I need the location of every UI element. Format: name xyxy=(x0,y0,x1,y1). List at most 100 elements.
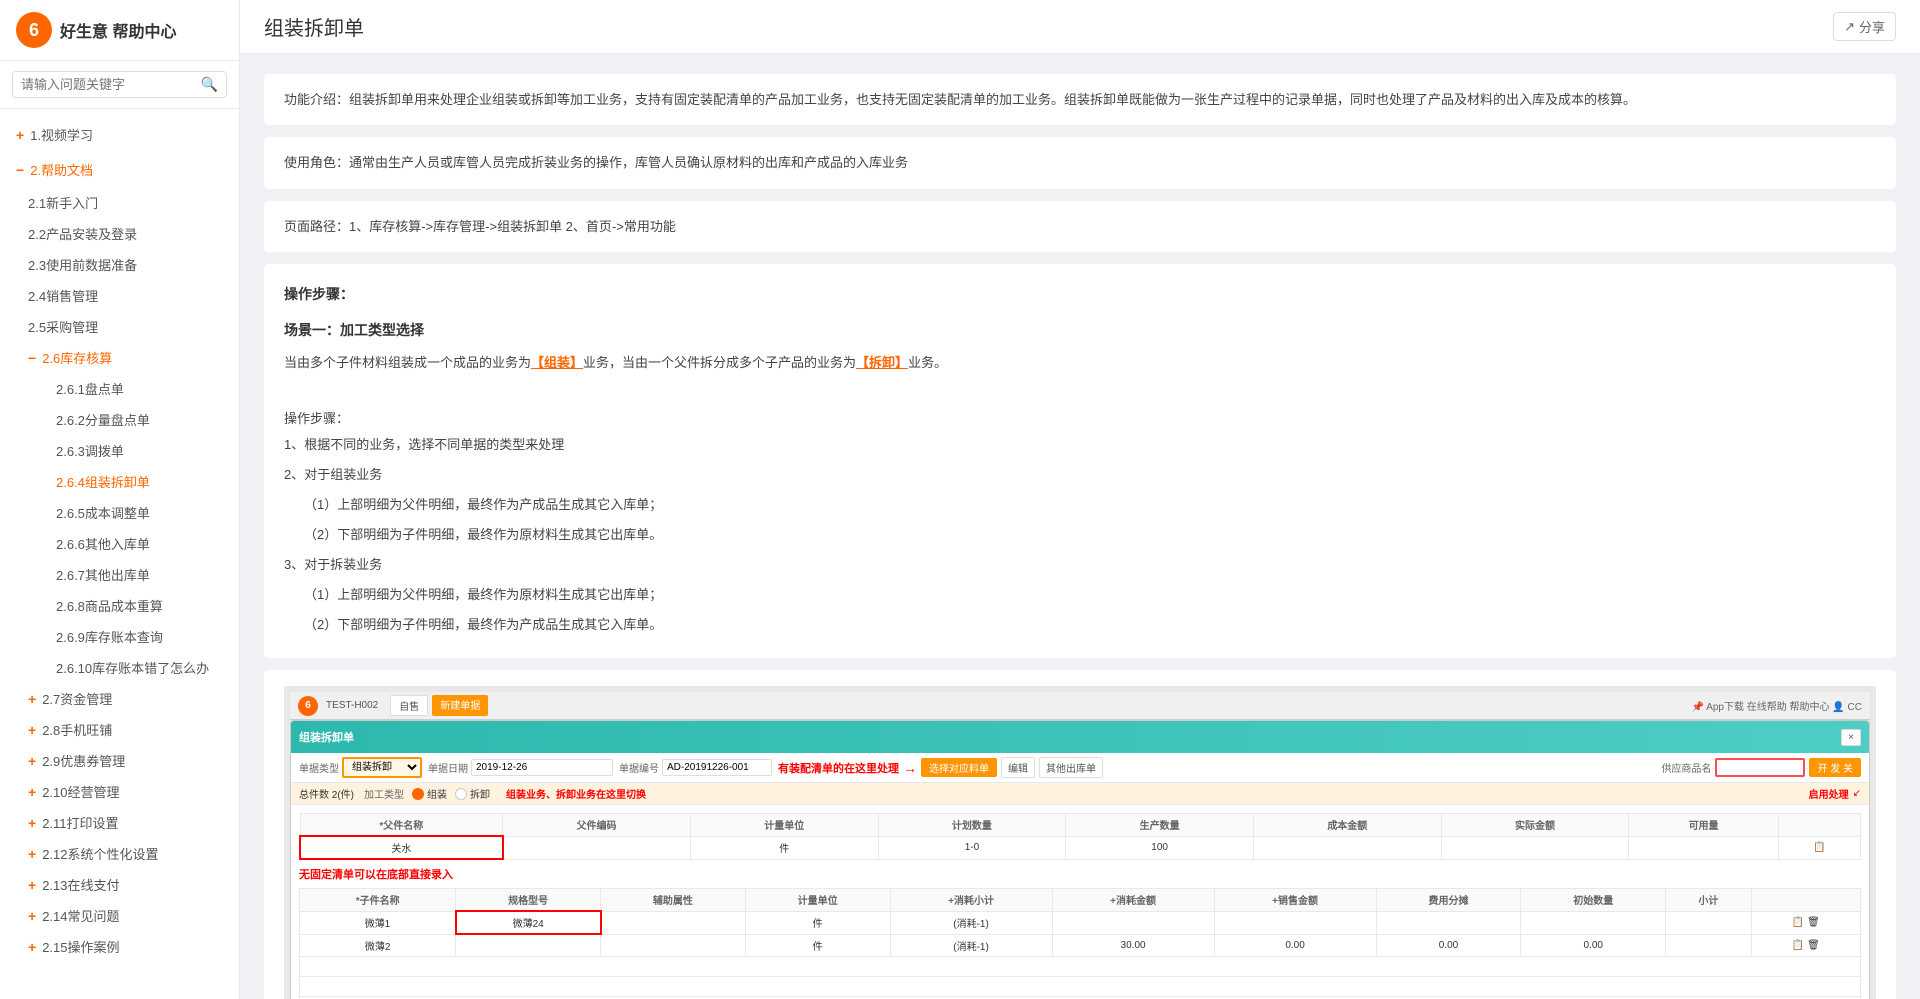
sidebar-item-264[interactable]: 2.6.4组装拆卸单 xyxy=(56,466,239,497)
annot-area-1: 有装配清单的在这里处理 → 选择对应料单 编辑 其他出库单 xyxy=(778,757,1103,778)
sidebar-item-214[interactable]: + 2.14常见问题 xyxy=(28,900,239,931)
plus-icon-28: + xyxy=(28,722,36,738)
sidebar-item-2610[interactable]: 2.6.10库存账本错了怎么办 xyxy=(56,652,239,683)
cell-spec-1[interactable]: 微薄24 xyxy=(456,911,601,934)
select-recipe-btn[interactable]: 选择对应料单 xyxy=(921,758,997,777)
search-icon[interactable]: 🔍 xyxy=(201,76,218,93)
table-row-upper-1: 关水 件 1-0 100 📋 xyxy=(300,836,1861,859)
info-block-3: 页面路径：1、库存核算->库存管理->组装拆卸单 2、首页->常用功能 xyxy=(264,201,1896,252)
plus-icon-214: + xyxy=(28,908,36,924)
main-area: 组装拆卸单 ↗ 分享 功能介绍：组装拆卸单用来处理企业组装或拆卸等加工业务，支持… xyxy=(240,0,1920,999)
sidebar-item-26[interactable]: − 2.6库存核算 xyxy=(28,342,239,373)
annot-area-4: 无固定清单可以在底部直接录入 xyxy=(291,864,1869,884)
upper-table-area: *父件名称 父件编码 计量单位 计划数量 生产数量 成本金额 实际金额 可用量 xyxy=(291,805,1869,864)
cell-consume-1: (消耗-1) xyxy=(890,911,1052,934)
edit-btn[interactable]: 编辑 xyxy=(1001,757,1035,778)
cell-fee-2: 0.00 xyxy=(1376,934,1521,956)
sidebar-item-25[interactable]: 2.5采购管理 xyxy=(28,311,239,342)
arrow-down-icon: ↙ xyxy=(1853,788,1861,799)
sidebar-item-261[interactable]: 2.6.1盘点单 xyxy=(56,373,239,404)
sidebar-item-268[interactable]: 2.6.8商品成本重算 xyxy=(56,590,239,621)
sidebar-label-25: 2.5采购管理 xyxy=(28,317,98,336)
num-input[interactable] xyxy=(662,759,772,776)
steps-block: 操作步骤： 场景一：加工类型选择 当由多个子件材料组装成一个成品的业务为【组装】… xyxy=(264,264,1896,658)
sidebar-item-24[interactable]: 2.4销售管理 xyxy=(28,280,239,311)
confirm-btn[interactable]: 开 发 关 xyxy=(1809,758,1861,777)
sidebar-item-267[interactable]: 2.6.7其他出库单 xyxy=(56,559,239,590)
cell-planqty: 1-0 xyxy=(878,836,1066,859)
type-selector-area: 单据类型 组装拆卸 xyxy=(299,757,422,778)
sidebar-label-28: 2.8手机旺铺 xyxy=(42,720,112,739)
table-row-lower-3 xyxy=(300,956,1861,976)
mock-tab-self[interactable]: 自售 xyxy=(390,695,428,716)
sidebar-item-263[interactable]: 2.6.3调拨单 xyxy=(56,435,239,466)
date-input[interactable] xyxy=(471,759,613,776)
plus-icon-215: + xyxy=(28,939,36,955)
sidebar-item-22[interactable]: 2.2产品安装及登录 xyxy=(28,218,239,249)
cell-sname-1[interactable]: 微薄1 xyxy=(300,911,456,934)
sidebar-label-261: 2.6.1盘点单 xyxy=(56,379,124,398)
step3b: （2）下部明细为子件明细，最终作为产成品生成其它入库单。 xyxy=(284,612,1876,638)
cell-pcode xyxy=(503,836,691,859)
search-input[interactable] xyxy=(21,77,201,92)
sidebar-item-212[interactable]: + 2.12系统个性化设置 xyxy=(28,838,239,869)
step2a: （1）上部明细为父件明细，最终作为产成品生成其它入库单； xyxy=(284,492,1876,518)
info-text-1: 功能介绍：组装拆卸单用来处理企业组装或拆卸等加工业务，支持有固定装配清单的产品加… xyxy=(284,92,1636,107)
count-label: 总件数 2(件) xyxy=(299,786,354,801)
sidebar-item-269[interactable]: 2.6.9库存账本查询 xyxy=(56,621,239,652)
col-subtotal: 小计 xyxy=(1666,889,1752,912)
cell-sname-2[interactable]: 微薄2 xyxy=(300,934,456,956)
radio-disassemble[interactable]: 拆卸 xyxy=(455,786,490,801)
cell-act-1: 📋 🗑 xyxy=(1751,911,1860,934)
col-avail-qty: 可用量 xyxy=(1629,814,1778,837)
mock-top-icons: 📌 App下载 在线帮助 帮助中心 👤 CC xyxy=(1692,698,1862,713)
sidebar-item-211[interactable]: + 2.11打印设置 xyxy=(28,807,239,838)
sidebar-item-29[interactable]: + 2.9优惠券管理 xyxy=(28,745,239,776)
sidebar-item-215[interactable]: + 2.15操作案例 xyxy=(28,931,239,962)
cell-actualamt xyxy=(1441,836,1629,859)
col-action-l xyxy=(1751,889,1860,912)
search-area: 🔍 xyxy=(0,61,239,109)
sidebar-item-docs[interactable]: − 2.帮助文档 xyxy=(0,152,239,187)
plus-icon-27: + xyxy=(28,691,36,707)
col-sub-unit: 计量单位 xyxy=(745,889,890,912)
mock-win-close-btn[interactable]: × xyxy=(1841,729,1861,746)
sidebar-item-27[interactable]: + 2.7资金管理 xyxy=(28,683,239,714)
link-assemble[interactable]: 【组装】 xyxy=(531,355,583,370)
share-button[interactable]: ↗ 分享 xyxy=(1833,12,1896,41)
sidebar-item-210[interactable]: + 2.10经营管理 xyxy=(28,776,239,807)
info-text-3: 页面路径：1、库存核算->库存管理->组装拆卸单 2、首页->常用功能 xyxy=(284,219,676,234)
mock-tab-new[interactable]: 新建单据 xyxy=(432,695,488,716)
radio-assemble[interactable]: 组装 xyxy=(412,786,447,801)
col-consume: +消耗小计 xyxy=(890,889,1052,912)
col-action-u xyxy=(1778,814,1860,837)
nav-list: + 1.视频学习 − 2.帮助文档 2.1新手入门 2.2产品安装及登录 2.3… xyxy=(0,109,239,999)
screenshot-block: 6 TEST-H002 自售 新建单据 📌 App下载 在线帮助 帮助中心 👤 … xyxy=(264,670,1896,999)
col-consume-amt: +消耗金额 xyxy=(1052,889,1214,912)
plus-icon-210: + xyxy=(28,784,36,800)
sidebar-item-213[interactable]: + 2.13在线支付 xyxy=(28,869,239,900)
sidebar-label-212: 2.12系统个性化设置 xyxy=(42,844,158,863)
cell-sunit-2: 件 xyxy=(745,934,890,956)
cell-availqty xyxy=(1629,836,1778,859)
minus-icon: − xyxy=(16,162,24,178)
sidebar-item-28[interactable]: + 2.8手机旺铺 xyxy=(28,714,239,745)
link-disassemble[interactable]: 【拆卸】 xyxy=(856,355,908,370)
sidebar-item-video[interactable]: + 1.视频学习 xyxy=(0,117,239,152)
sidebar-label-263: 2.6.3调拨单 xyxy=(56,441,124,460)
cell-aux-1 xyxy=(601,911,746,934)
sidebar-item-266[interactable]: 2.6.6其他入库单 xyxy=(56,528,239,559)
col-parent-name: *父件名称 xyxy=(300,814,503,837)
sidebar-item-262[interactable]: 2.6.2分量盘点单 xyxy=(56,404,239,435)
sidebar-item-23[interactable]: 2.3使用前数据准备 xyxy=(28,249,239,280)
cell-sub-2 xyxy=(1666,934,1752,956)
other-btn[interactable]: 其他出库单 xyxy=(1039,757,1103,778)
sidebar-item-265[interactable]: 2.6.5成本调整单 xyxy=(56,497,239,528)
sidebar-item-21[interactable]: 2.1新手入门 xyxy=(28,187,239,218)
cell-pname[interactable]: 关水 xyxy=(300,836,503,859)
step3: 3、对于拆装业务 xyxy=(284,552,1876,578)
doc-type-select[interactable]: 组装拆卸 xyxy=(342,757,422,778)
sidebar-label-29: 2.9优惠券管理 xyxy=(42,751,125,770)
supplier-input[interactable] xyxy=(1715,758,1805,777)
annot-area-2: 组装业务、拆卸业务在这里切换 xyxy=(506,786,646,801)
